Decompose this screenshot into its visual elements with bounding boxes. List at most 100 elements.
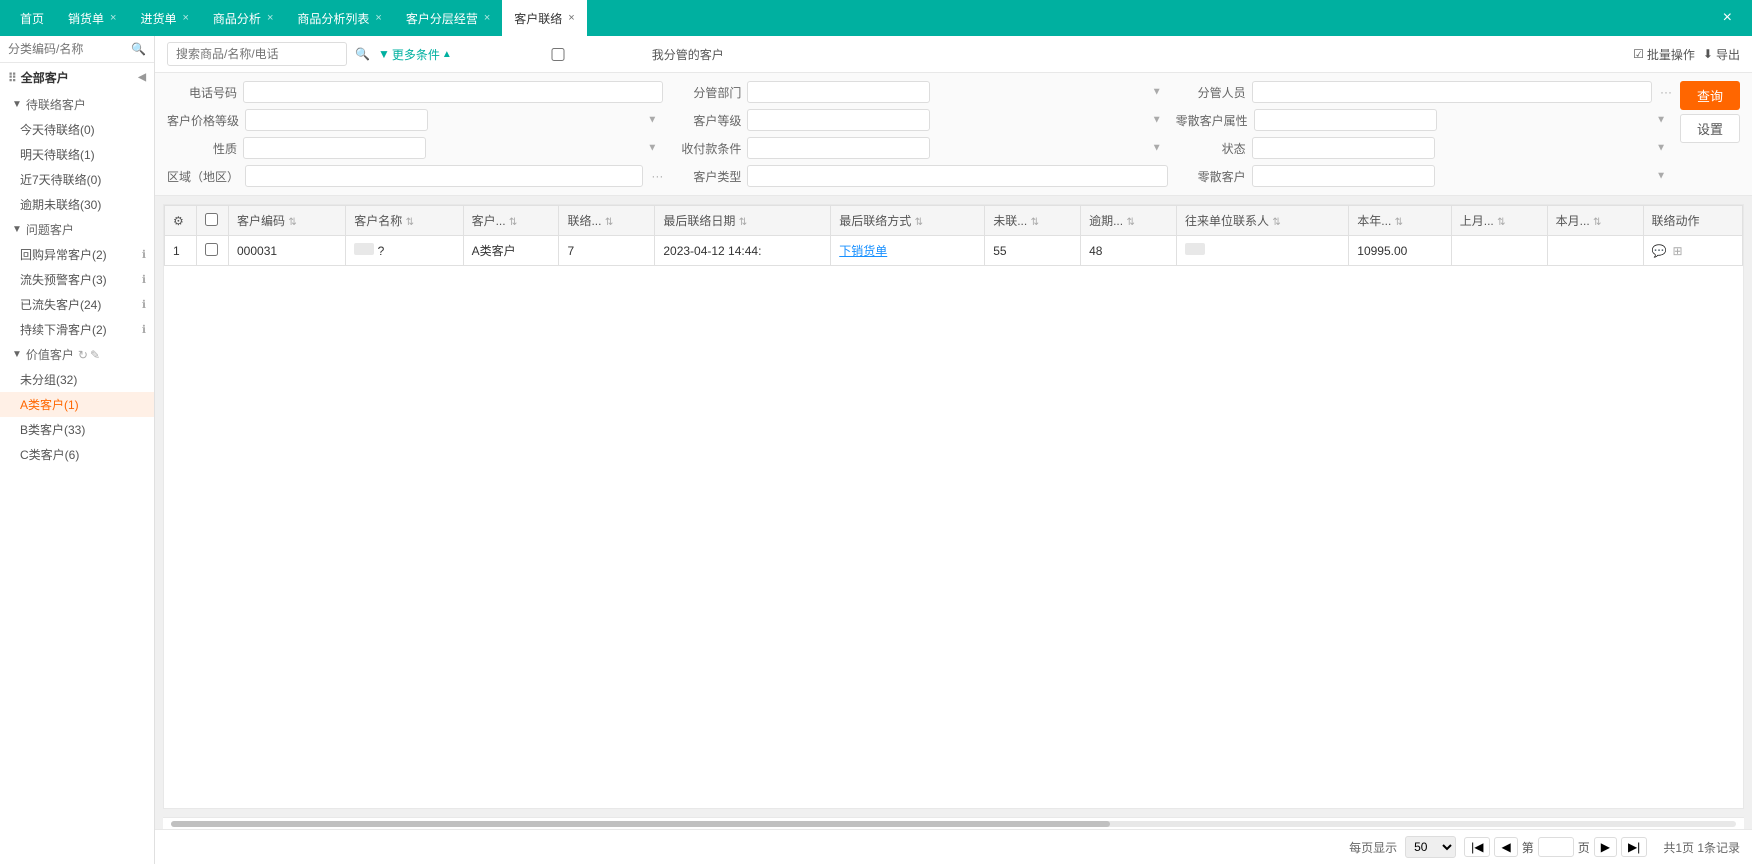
home-label: 首页 [20, 10, 44, 27]
td-this-month [1547, 236, 1643, 266]
staff-dots[interactable]: ··· [1660, 85, 1672, 99]
my-customers-checkbox[interactable] [468, 48, 648, 61]
nature-input[interactable] [243, 137, 426, 159]
nav-sales[interactable]: 销货单 × [56, 0, 128, 36]
dept-dropdown-icon: ▼ [1152, 87, 1162, 98]
filter-retail-attr: 零散客户属性 全部 ▼ [1176, 109, 1672, 131]
level-input[interactable] [747, 109, 930, 131]
prev-page-btn[interactable]: ◀ [1494, 837, 1517, 857]
th-contact-count[interactable]: 联络... ⇅ [559, 206, 655, 236]
region-input[interactable] [245, 165, 643, 187]
pending-contact-group[interactable]: ▼ 待联络客户 [0, 92, 154, 117]
settings-button[interactable]: 设置 [1680, 114, 1740, 143]
refresh-value-icon[interactable]: ↻ [78, 348, 88, 362]
retail-input[interactable]: 全部 [1252, 165, 1435, 187]
nav-customer-tier[interactable]: 客户分层经营 × [394, 0, 502, 36]
grid-icon[interactable]: ⊞ [1673, 244, 1683, 258]
payment-input[interactable] [747, 137, 930, 159]
close-purchase-icon[interactable]: × [182, 12, 188, 24]
th-gear[interactable]: ⚙ [165, 206, 197, 236]
th-unit-contact[interactable]: 往来单位联系人 ⇅ [1176, 206, 1348, 236]
sidebar-item-repurchase[interactable]: 回购异常客户(2) ℹ [0, 242, 154, 267]
value-customers-group[interactable]: ▼ 价值客户 ↻ ✎ [0, 342, 154, 367]
th-overdue[interactable]: 逾期... ⇅ [1081, 206, 1177, 236]
th-last-date[interactable]: 最后联络日期 ⇅ [655, 206, 831, 236]
chat-icon[interactable]: 💬 [1652, 244, 1667, 258]
sidebar-item-tomorrow[interactable]: 明天待联络(1) [0, 142, 154, 167]
collapse-sidebar-icon[interactable]: ◀ [138, 72, 146, 83]
row-action-icons[interactable]: 💬 ⊞ [1652, 244, 1734, 258]
status-input[interactable] [1252, 137, 1435, 159]
sidebar-item-7days[interactable]: 近7天待联络(0) [0, 167, 154, 192]
churned-info-icon: ℹ [142, 298, 146, 311]
problem-arrow-icon: ▼ [12, 224, 22, 235]
close-window-icon[interactable]: × [1711, 9, 1744, 27]
problem-customers-group[interactable]: ▼ 问题客户 [0, 217, 154, 242]
page-input[interactable]: 1 [1538, 837, 1574, 857]
level-dropdown-icon: ▼ [1152, 115, 1162, 126]
type-input[interactable] [747, 165, 1167, 187]
all-customers-header[interactable]: ⠿ 全部客户 ◀ [0, 63, 154, 92]
select-all-checkbox[interactable] [205, 213, 218, 226]
close-analysis-list-icon[interactable]: × [375, 12, 381, 24]
page-size-select[interactable]: 50 100 200 [1405, 836, 1456, 858]
nav-customer-contact[interactable]: 客户联络 × [502, 0, 586, 36]
sidebar-search-input[interactable] [8, 42, 127, 56]
th-last-method[interactable]: 最后联络方式 ⇅ [831, 206, 985, 236]
sidebar-item-declining[interactable]: 持续下滑客户(2) ℹ [0, 317, 154, 342]
scrollbar-thumb[interactable] [171, 821, 1110, 827]
th-last-month[interactable]: 上月... ⇅ [1451, 206, 1547, 236]
filter-retail: 零散客户 全部 ▼ [1176, 165, 1672, 187]
filter-search-icon[interactable]: 🔍 [355, 47, 370, 61]
th-this-month[interactable]: 本月... ⇅ [1547, 206, 1643, 236]
next-page-btn[interactable]: ▶ [1594, 837, 1617, 857]
query-button[interactable]: 查询 [1680, 81, 1740, 110]
nature-label: 性质 [167, 140, 237, 157]
row-name-suffix: ? [378, 244, 385, 258]
nav-purchase[interactable]: 进货单 × [128, 0, 200, 36]
horizontal-scrollbar[interactable] [163, 817, 1744, 829]
close-sales-icon[interactable]: × [110, 12, 116, 24]
th-not-contact[interactable]: 未联... ⇅ [985, 206, 1081, 236]
scrollbar-track[interactable] [171, 821, 1736, 827]
td-no: 1 [165, 236, 197, 266]
batch-op-btn[interactable]: ☑ 批量操作 [1633, 46, 1695, 63]
th-code[interactable]: 客户编码 ⇅ [229, 206, 346, 236]
th-name[interactable]: 客户名称 ⇅ [346, 206, 463, 236]
row-checkbox[interactable] [205, 243, 218, 256]
sidebar-item-churned[interactable]: 已流失客户(24) ℹ [0, 292, 154, 317]
last-page-btn[interactable]: ▶| [1621, 837, 1647, 857]
export-btn[interactable]: ⬇ 导出 [1703, 46, 1740, 63]
close-analysis-icon[interactable]: × [267, 12, 273, 24]
nav-home[interactable]: 首页 [8, 0, 56, 36]
dept-input[interactable] [747, 81, 930, 103]
repurchase-info-icon: ℹ [142, 248, 146, 261]
more-conditions-btn[interactable]: ▼ 更多条件 ▲ [378, 46, 452, 63]
sidebar-item-b-class[interactable]: B类客户(33) [0, 417, 154, 442]
nav-analysis-list[interactable]: 商品分析列表 × [285, 0, 393, 36]
sidebar-item-c-class[interactable]: C类客户(6) [0, 442, 154, 467]
search-input[interactable] [167, 42, 347, 66]
row-last-method[interactable]: 下销货单 [839, 244, 887, 258]
sidebar-item-unclassified[interactable]: 未分组(32) [0, 367, 154, 392]
staff-input[interactable] [1252, 81, 1652, 103]
th-this-year[interactable]: 本年... ⇅ [1349, 206, 1451, 236]
sidebar-item-overdue[interactable]: 逾期未联络(30) [0, 192, 154, 217]
phone-input[interactable] [243, 81, 663, 103]
th-overdue-label: 逾期... [1089, 214, 1123, 228]
sidebar-item-a-class[interactable]: A类客户(1) [0, 392, 154, 417]
close-customer-contact-icon[interactable]: × [568, 12, 574, 24]
sidebar-search-icon[interactable]: 🔍 [131, 42, 146, 56]
sidebar-item-today[interactable]: 今天待联络(0) [0, 117, 154, 142]
price-level-dropdown-icon: ▼ [647, 115, 657, 126]
close-customer-tier-icon[interactable]: × [484, 12, 490, 24]
region-dots[interactable]: ··· [651, 169, 663, 183]
nav-analysis[interactable]: 商品分析 × [201, 0, 285, 36]
edit-value-icon[interactable]: ✎ [90, 348, 100, 362]
sidebar-item-churn-warn[interactable]: 流失预警客户(3) ℹ [0, 267, 154, 292]
th-action-label: 联络动作 [1652, 214, 1700, 228]
price-level-input[interactable] [245, 109, 428, 131]
first-page-btn[interactable]: |◀ [1464, 837, 1490, 857]
retail-attr-input[interactable]: 全部 [1254, 109, 1437, 131]
th-level[interactable]: 客户... ⇅ [463, 206, 559, 236]
